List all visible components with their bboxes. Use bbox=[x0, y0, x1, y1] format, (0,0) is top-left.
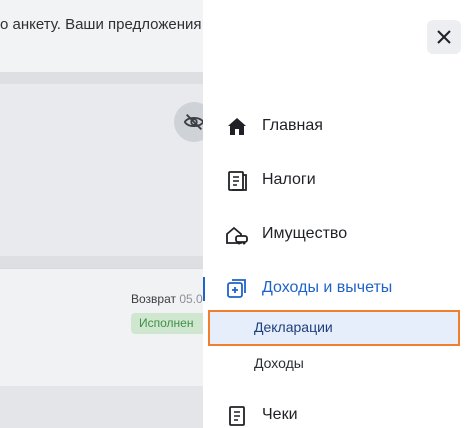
status-badge: Исполнен bbox=[131, 313, 211, 334]
property-icon bbox=[226, 226, 248, 245]
refund-date: 05.0 bbox=[179, 292, 203, 306]
submenu-item-declarations[interactable]: Декларации bbox=[208, 310, 460, 346]
menu-item-label: Налоги bbox=[262, 171, 316, 188]
menu-item-receipts[interactable]: Чеки bbox=[203, 396, 474, 428]
menu-item-label: Главная bbox=[262, 117, 323, 134]
refund-label: Возврат 05.0 bbox=[131, 292, 203, 306]
menu-item-property[interactable]: Имущество bbox=[203, 215, 474, 255]
active-indicator bbox=[203, 277, 205, 301]
eye-off-icon bbox=[183, 114, 205, 130]
menu-item-home[interactable]: Главная bbox=[203, 107, 474, 147]
submenu-item-label: Декларации bbox=[254, 319, 333, 335]
submenu-item-income[interactable]: Доходы bbox=[208, 346, 460, 382]
menu-item-label: Имущество bbox=[262, 225, 348, 242]
side-menu: Главная Налоги Имущество Доходы и вычеты… bbox=[203, 0, 474, 428]
tax-document-icon bbox=[228, 171, 247, 191]
income-icon bbox=[227, 279, 246, 298]
screen: о анкету. Ваши предложения м Возврат 05.… bbox=[0, 0, 474, 428]
home-icon bbox=[228, 118, 246, 135]
submenu-item-label: Доходы bbox=[254, 355, 304, 371]
menu-item-label: Чеки bbox=[262, 406, 298, 423]
close-icon bbox=[437, 30, 451, 44]
menu-item-label: Доходы и вычеты bbox=[262, 279, 393, 296]
refund-label-text: Возврат bbox=[131, 292, 176, 306]
feedback-banner-text: о анкету. Ваши предложения м bbox=[0, 16, 216, 33]
receipt-icon bbox=[229, 406, 245, 426]
close-menu-button[interactable] bbox=[427, 20, 461, 54]
menu-item-taxes[interactable]: Налоги bbox=[203, 161, 474, 201]
menu-item-income-deductions[interactable]: Доходы и вычеты bbox=[203, 269, 474, 309]
